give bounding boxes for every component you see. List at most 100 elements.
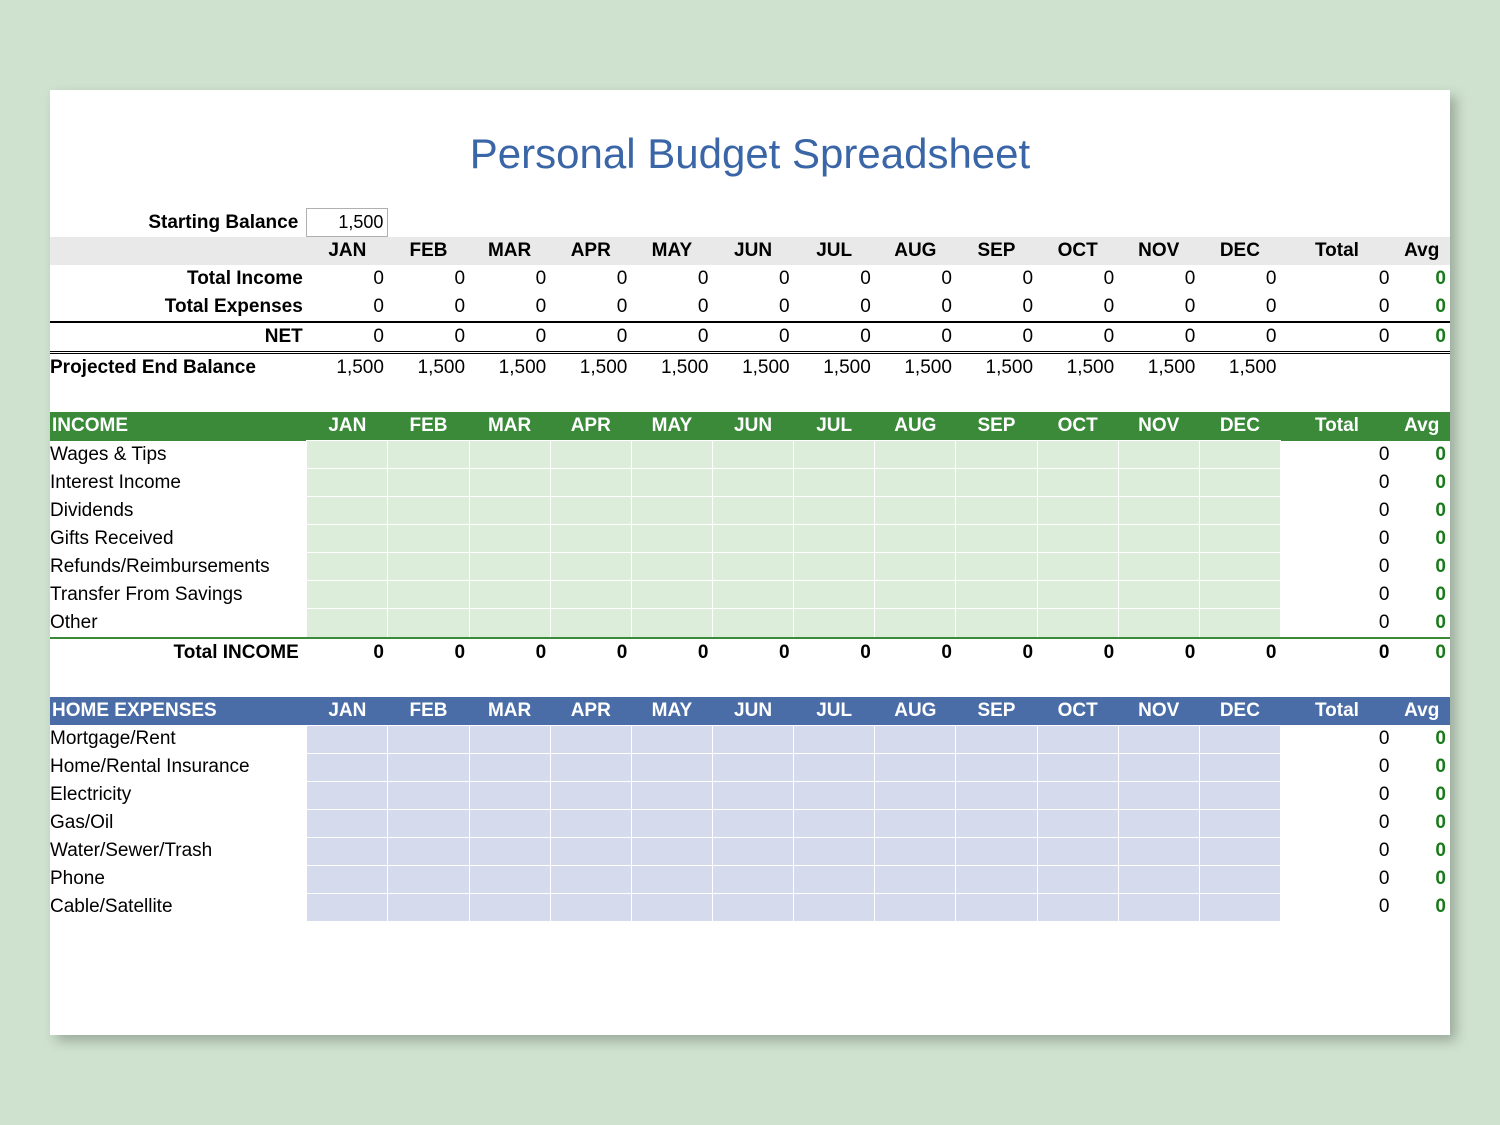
income-cell[interactable] xyxy=(794,609,875,638)
home-cell[interactable] xyxy=(875,837,956,865)
income-cell[interactable] xyxy=(388,441,469,469)
home-cell[interactable] xyxy=(1118,725,1199,753)
home-cell[interactable] xyxy=(388,809,469,837)
home-cell[interactable] xyxy=(307,837,388,865)
home-cell[interactable] xyxy=(631,809,712,837)
starting-balance-cell[interactable]: 1,500 xyxy=(307,209,388,237)
income-cell[interactable] xyxy=(388,469,469,497)
home-cell[interactable] xyxy=(1118,837,1199,865)
home-cell[interactable] xyxy=(550,837,631,865)
income-cell[interactable] xyxy=(712,581,793,609)
home-cell[interactable] xyxy=(307,893,388,921)
home-cell[interactable] xyxy=(1118,809,1199,837)
income-cell[interactable] xyxy=(307,525,388,553)
home-cell[interactable] xyxy=(307,865,388,893)
income-cell[interactable] xyxy=(1199,469,1280,497)
home-cell[interactable] xyxy=(307,725,388,753)
income-cell[interactable] xyxy=(631,497,712,525)
income-cell[interactable] xyxy=(550,609,631,638)
home-cell[interactable] xyxy=(956,753,1037,781)
home-cell[interactable] xyxy=(550,781,631,809)
income-cell[interactable] xyxy=(875,553,956,581)
income-cell[interactable] xyxy=(307,553,388,581)
home-cell[interactable] xyxy=(388,893,469,921)
home-cell[interactable] xyxy=(875,725,956,753)
home-cell[interactable] xyxy=(1037,865,1118,893)
income-cell[interactable] xyxy=(388,581,469,609)
income-cell[interactable] xyxy=(712,525,793,553)
home-cell[interactable] xyxy=(875,865,956,893)
home-cell[interactable] xyxy=(388,837,469,865)
home-cell[interactable] xyxy=(469,809,550,837)
home-cell[interactable] xyxy=(1037,725,1118,753)
income-cell[interactable] xyxy=(307,441,388,469)
home-cell[interactable] xyxy=(631,781,712,809)
home-cell[interactable] xyxy=(712,893,793,921)
home-cell[interactable] xyxy=(631,893,712,921)
income-cell[interactable] xyxy=(469,497,550,525)
income-cell[interactable] xyxy=(875,581,956,609)
income-cell[interactable] xyxy=(469,525,550,553)
home-cell[interactable] xyxy=(1037,753,1118,781)
home-cell[interactable] xyxy=(875,893,956,921)
income-cell[interactable] xyxy=(794,469,875,497)
income-cell[interactable] xyxy=(307,609,388,638)
income-cell[interactable] xyxy=(550,497,631,525)
home-cell[interactable] xyxy=(794,725,875,753)
income-cell[interactable] xyxy=(794,525,875,553)
income-cell[interactable] xyxy=(1199,441,1280,469)
income-cell[interactable] xyxy=(875,525,956,553)
income-cell[interactable] xyxy=(712,609,793,638)
home-cell[interactable] xyxy=(1118,893,1199,921)
income-cell[interactable] xyxy=(1037,469,1118,497)
home-cell[interactable] xyxy=(1199,781,1280,809)
income-cell[interactable] xyxy=(1037,497,1118,525)
income-cell[interactable] xyxy=(712,441,793,469)
income-cell[interactable] xyxy=(875,469,956,497)
income-cell[interactable] xyxy=(1199,497,1280,525)
home-cell[interactable] xyxy=(1118,865,1199,893)
income-cell[interactable] xyxy=(1037,553,1118,581)
income-cell[interactable] xyxy=(388,609,469,638)
income-cell[interactable] xyxy=(550,469,631,497)
income-cell[interactable] xyxy=(1199,581,1280,609)
income-cell[interactable] xyxy=(631,469,712,497)
income-cell[interactable] xyxy=(1118,469,1199,497)
home-cell[interactable] xyxy=(469,753,550,781)
income-cell[interactable] xyxy=(1118,553,1199,581)
income-cell[interactable] xyxy=(550,581,631,609)
income-cell[interactable] xyxy=(469,553,550,581)
home-cell[interactable] xyxy=(550,809,631,837)
income-cell[interactable] xyxy=(1037,609,1118,638)
income-cell[interactable] xyxy=(307,581,388,609)
home-cell[interactable] xyxy=(712,865,793,893)
income-cell[interactable] xyxy=(956,609,1037,638)
income-cell[interactable] xyxy=(875,497,956,525)
income-cell[interactable] xyxy=(956,525,1037,553)
income-cell[interactable] xyxy=(307,469,388,497)
home-cell[interactable] xyxy=(956,781,1037,809)
income-cell[interactable] xyxy=(1199,553,1280,581)
income-cell[interactable] xyxy=(875,441,956,469)
income-cell[interactable] xyxy=(550,553,631,581)
income-cell[interactable] xyxy=(307,497,388,525)
home-cell[interactable] xyxy=(469,781,550,809)
income-cell[interactable] xyxy=(1199,609,1280,638)
home-cell[interactable] xyxy=(956,837,1037,865)
home-cell[interactable] xyxy=(712,725,793,753)
home-cell[interactable] xyxy=(1199,893,1280,921)
home-cell[interactable] xyxy=(956,893,1037,921)
income-cell[interactable] xyxy=(956,581,1037,609)
income-cell[interactable] xyxy=(469,609,550,638)
home-cell[interactable] xyxy=(631,725,712,753)
income-cell[interactable] xyxy=(550,441,631,469)
home-cell[interactable] xyxy=(956,725,1037,753)
home-cell[interactable] xyxy=(550,725,631,753)
home-cell[interactable] xyxy=(307,781,388,809)
income-cell[interactable] xyxy=(1199,525,1280,553)
home-cell[interactable] xyxy=(794,753,875,781)
income-cell[interactable] xyxy=(794,497,875,525)
income-cell[interactable] xyxy=(1118,525,1199,553)
home-cell[interactable] xyxy=(1199,865,1280,893)
home-cell[interactable] xyxy=(794,809,875,837)
